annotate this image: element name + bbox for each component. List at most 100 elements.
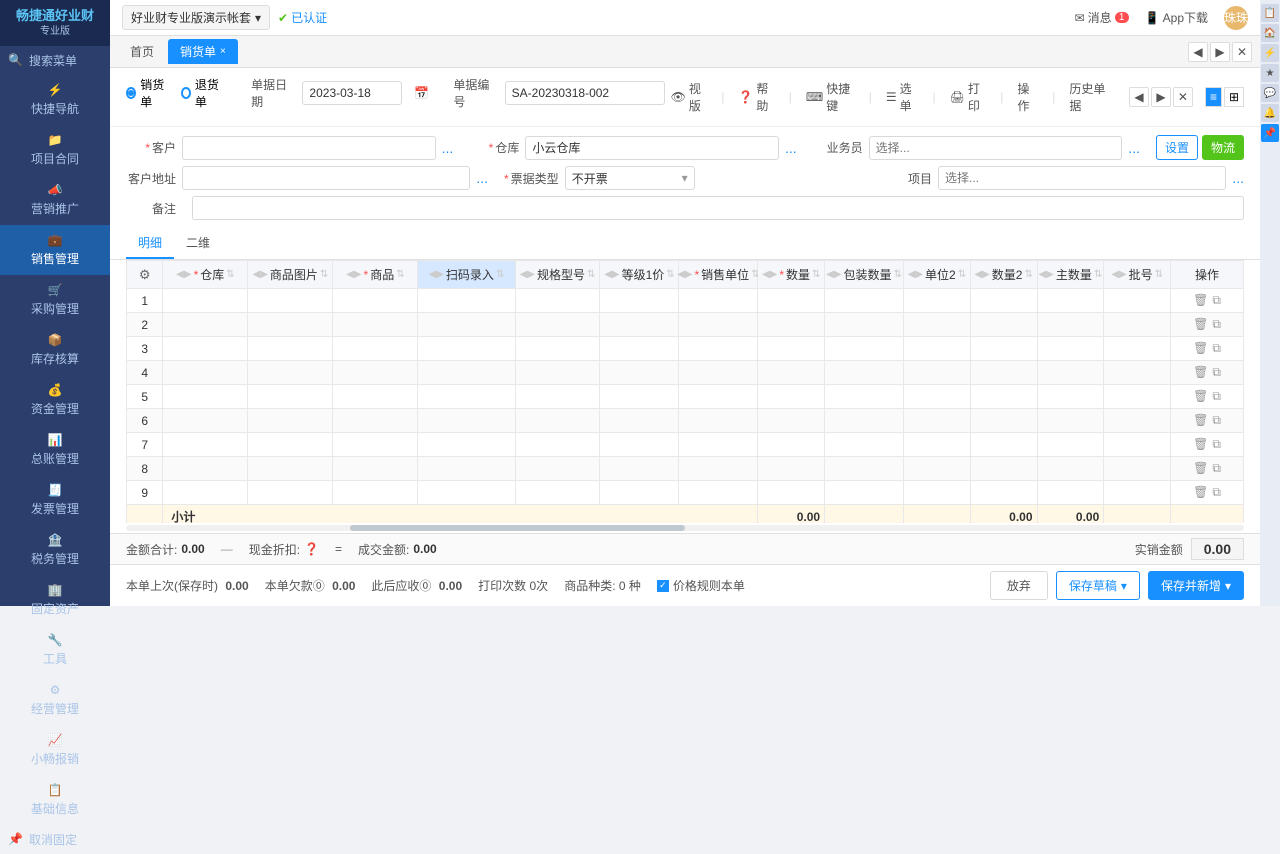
- sort-qty-left-icon[interactable]: ◀▶: [762, 269, 777, 280]
- row-5-copy-icon[interactable]: ⧉: [1212, 389, 1221, 404]
- row-2-main-qty[interactable]: [1037, 313, 1104, 337]
- sort-spec-icon[interactable]: ⇅: [587, 269, 595, 280]
- tab-two-dim[interactable]: 二维: [174, 228, 222, 259]
- row-7-spec[interactable]: [515, 433, 600, 457]
- th-settings[interactable]: ⚙: [127, 261, 163, 289]
- row-4-pack-qty[interactable]: [825, 361, 904, 385]
- sort-price-left-icon[interactable]: ◀▶: [604, 269, 619, 280]
- row-9-warehouse[interactable]: [163, 481, 248, 505]
- form-next-btn[interactable]: ▶: [1151, 87, 1171, 107]
- row-8-warehouse[interactable]: [163, 457, 248, 481]
- row-1-warehouse[interactable]: [163, 289, 248, 313]
- toolbar-shortcut-btn[interactable]: ⌨ 快捷键: [800, 78, 861, 116]
- sidebar-item-fixed-assets[interactable]: 🏢 固定资产: [0, 575, 110, 625]
- sidebar-item-invoice[interactable]: 🧾 发票管理: [0, 475, 110, 525]
- sort-image-icon[interactable]: ⇅: [320, 269, 328, 280]
- sort-qty2-icon[interactable]: ⇅: [1024, 269, 1032, 280]
- row-1-pack-qty[interactable]: [825, 289, 904, 313]
- row-6-pack-qty[interactable]: [825, 409, 904, 433]
- row-6-barcode[interactable]: [418, 409, 515, 433]
- row-7-qty2[interactable]: [970, 433, 1037, 457]
- sidebar-item-tools[interactable]: 🔧 工具: [0, 625, 110, 675]
- row-2-batch[interactable]: [1104, 313, 1171, 337]
- sidebar-item-sales[interactable]: 💼 销售管理: [0, 225, 110, 275]
- row-1-unit[interactable]: [679, 289, 758, 313]
- row-3-qty[interactable]: [758, 337, 825, 361]
- row-6-unit2[interactable]: [903, 409, 970, 433]
- row-2-warehouse[interactable]: [163, 313, 248, 337]
- row-8-batch[interactable]: [1104, 457, 1171, 481]
- tab-next-btn[interactable]: ▶: [1210, 42, 1230, 62]
- sort-unit2-left-icon[interactable]: ◀▶: [908, 269, 923, 280]
- row-8-qty[interactable]: [758, 457, 825, 481]
- row-9-unit2[interactable]: [903, 481, 970, 505]
- app-download-button[interactable]: 📱 App下载: [1145, 9, 1208, 26]
- row-3-batch[interactable]: [1104, 337, 1171, 361]
- row-3-product[interactable]: [333, 337, 418, 361]
- row-8-main-qty[interactable]: [1037, 457, 1104, 481]
- row-2-qty[interactable]: [758, 313, 825, 337]
- toolbar-history-btn[interactable]: 历史单据: [1063, 78, 1117, 116]
- horizontal-scrollbar[interactable]: [126, 525, 1244, 531]
- row-7-price[interactable]: [600, 433, 679, 457]
- row-6-unit[interactable]: [679, 409, 758, 433]
- row-3-unit[interactable]: [679, 337, 758, 361]
- row-6-qty[interactable]: [758, 409, 825, 433]
- row-2-pack-qty[interactable]: [825, 313, 904, 337]
- row-7-warehouse[interactable]: [163, 433, 248, 457]
- sort-qty-icon[interactable]: ⇅: [812, 269, 820, 280]
- sort-image-left-icon[interactable]: ◀▶: [253, 269, 268, 280]
- row-2-copy-icon[interactable]: ⧉: [1212, 317, 1221, 332]
- row-4-barcode[interactable]: [418, 361, 515, 385]
- row-1-product[interactable]: [333, 289, 418, 313]
- tab-sales-order[interactable]: 销货单 ×: [168, 39, 238, 64]
- row-2-spec[interactable]: [515, 313, 600, 337]
- row-3-barcode[interactable]: [418, 337, 515, 361]
- row-4-delete-icon[interactable]: 🗑: [1193, 365, 1208, 380]
- row-4-copy-icon[interactable]: ⧉: [1212, 365, 1221, 380]
- abandon-button[interactable]: 放弃: [990, 571, 1048, 600]
- message-button[interactable]: ✉ 消息 1: [1075, 9, 1129, 26]
- row-4-batch[interactable]: [1104, 361, 1171, 385]
- sidebar-item-project[interactable]: 📁 项目合同: [0, 125, 110, 175]
- row-6-price[interactable]: [600, 409, 679, 433]
- rs-icon-6[interactable]: 🔔: [1261, 104, 1279, 122]
- row-7-main-qty[interactable]: [1037, 433, 1104, 457]
- sort-unit2-icon[interactable]: ⇅: [958, 269, 966, 280]
- sort-batch-icon[interactable]: ⇅: [1155, 269, 1163, 280]
- row-1-barcode[interactable]: [418, 289, 515, 313]
- row-2-qty2[interactable]: [970, 313, 1037, 337]
- row-5-pack-qty[interactable]: [825, 385, 904, 409]
- row-6-spec[interactable]: [515, 409, 600, 433]
- company-selector[interactable]: 好业财专业版演示帐套 ▾: [122, 5, 270, 30]
- row-1-batch[interactable]: [1104, 289, 1171, 313]
- row-2-unit2[interactable]: [903, 313, 970, 337]
- row-3-spec[interactable]: [515, 337, 600, 361]
- row-5-main-qty[interactable]: [1037, 385, 1104, 409]
- row-8-unit[interactable]: [679, 457, 758, 481]
- price-check-checkbox[interactable]: [657, 580, 669, 592]
- save-new-button[interactable]: 保存并新增 ▾: [1148, 571, 1244, 600]
- row-9-qty[interactable]: [758, 481, 825, 505]
- sort-qty2-left-icon[interactable]: ◀▶: [974, 269, 989, 280]
- row-5-spec[interactable]: [515, 385, 600, 409]
- view-mode-grid-btn[interactable]: ⊞: [1224, 87, 1244, 107]
- rs-icon-4[interactable]: ★: [1261, 64, 1279, 82]
- row-3-delete-icon[interactable]: 🗑: [1193, 341, 1208, 356]
- row-6-main-qty[interactable]: [1037, 409, 1104, 433]
- row-9-batch[interactable]: [1104, 481, 1171, 505]
- row-7-batch[interactable]: [1104, 433, 1171, 457]
- sort-barcode-icon[interactable]: ⇅: [496, 269, 504, 280]
- rs-icon-3[interactable]: ⚡: [1261, 44, 1279, 62]
- row-8-pack-qty[interactable]: [825, 457, 904, 481]
- row-5-qty2[interactable]: [970, 385, 1037, 409]
- rs-icon-2[interactable]: 🏠: [1261, 24, 1279, 42]
- sort-left-icon[interactable]: ◀▶: [176, 269, 191, 280]
- toolbar-view-btn[interactable]: 👁 视版: [665, 78, 714, 116]
- help-discount-icon[interactable]: ❓: [304, 542, 319, 556]
- row-3-price[interactable]: [600, 337, 679, 361]
- row-5-batch[interactable]: [1104, 385, 1171, 409]
- rs-icon-7[interactable]: 📌: [1261, 124, 1279, 142]
- sort-main-icon[interactable]: ⇅: [1094, 269, 1102, 280]
- row-7-delete-icon[interactable]: 🗑: [1193, 437, 1208, 452]
